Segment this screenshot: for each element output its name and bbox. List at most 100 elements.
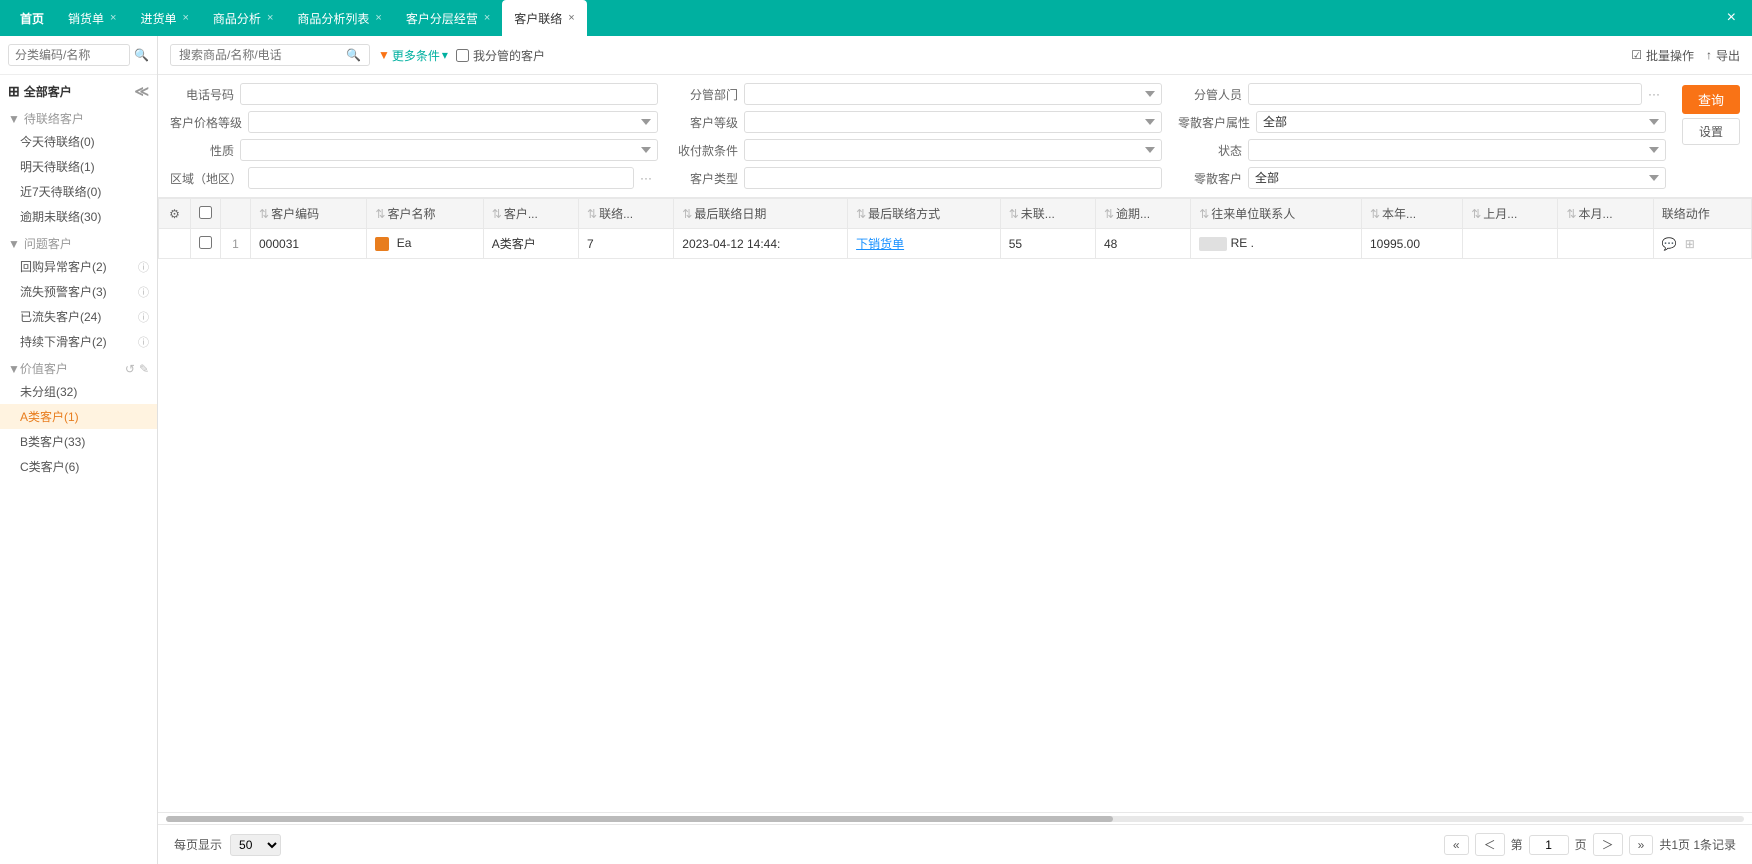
row-overdue: 48: [1095, 229, 1190, 259]
nav-tab-analysis[interactable]: 商品分析 ×: [201, 0, 285, 36]
sidebar-collapse-btn[interactable]: ≪: [134, 83, 149, 100]
sidebar-item-churned[interactable]: 已流失客户(24) ⓘ: [0, 304, 157, 329]
filter-more-btn[interactable]: ▼ 更多条件 ▾: [378, 47, 448, 64]
region-input[interactable]: [248, 167, 634, 189]
person-input[interactable]: [1248, 83, 1642, 105]
filter-search-input[interactable]: [179, 48, 346, 62]
sidebar-group-pending[interactable]: ▼ 待联络客户: [0, 104, 157, 129]
status-label: 状态: [1178, 142, 1248, 159]
close-sales-tab[interactable]: ×: [110, 12, 116, 24]
sidebar-item-week[interactable]: 近7天待联络(0): [0, 179, 157, 204]
payment-select[interactable]: [744, 139, 1162, 161]
sidebar-item-declining[interactable]: 持续下滑客户(2) ⓘ: [0, 329, 157, 354]
prev-page-btn[interactable]: ＜: [1475, 833, 1505, 856]
filter-cell-person: 分管人员 ···: [1178, 83, 1666, 105]
scroll-thumb[interactable]: [166, 816, 1113, 822]
filter-cell-cust-type: 客户类型: [674, 167, 1162, 189]
filter-search-icon[interactable]: 🔍: [346, 48, 361, 62]
col-name[interactable]: ⇅客户名称: [367, 199, 483, 229]
nature-select[interactable]: [240, 139, 658, 161]
cust-type-input[interactable]: [744, 167, 1162, 189]
filter-search-box[interactable]: 🔍: [170, 44, 370, 66]
sidebar-search-input[interactable]: [8, 44, 130, 66]
row-checkbox[interactable]: [199, 236, 212, 249]
select-all-checkbox[interactable]: [199, 206, 212, 219]
sidebar-item-overdue[interactable]: 逾期未联络(30): [0, 204, 157, 229]
close-all-btn[interactable]: ×: [1719, 9, 1744, 27]
person-dots-btn[interactable]: ···: [1642, 87, 1666, 101]
row-checkbox-cell[interactable]: [191, 229, 221, 259]
col-overdue[interactable]: ⇅逾期...: [1095, 199, 1190, 229]
col-no-contact[interactable]: ⇅未联...: [1000, 199, 1095, 229]
sidebar-all-customers-label[interactable]: 全部客户: [24, 83, 72, 100]
col-code[interactable]: ⇅客户编码: [251, 199, 367, 229]
phone-input[interactable]: [240, 83, 658, 105]
nav-tab-home[interactable]: 首页: [8, 0, 56, 36]
col-last-method[interactable]: ⇅最后联络方式: [848, 199, 1001, 229]
sidebar-item-c-class[interactable]: C类客户(6): [0, 454, 157, 479]
sidebar-item-a-class[interactable]: A类客户(1): [0, 404, 157, 429]
close-customer-mgmt-tab[interactable]: ×: [484, 12, 490, 24]
sidebar-item-repurchase-abnormal[interactable]: 回购异常客户(2) ⓘ: [0, 254, 157, 279]
col-this-year[interactable]: ⇅本年...: [1361, 199, 1462, 229]
grade-select[interactable]: [744, 111, 1162, 133]
sidebar-item-ungroup[interactable]: 未分组(32): [0, 379, 157, 404]
retail-select[interactable]: 全部: [1248, 167, 1666, 189]
query-button[interactable]: 查询: [1682, 85, 1740, 114]
company-color-block: [1199, 237, 1227, 251]
row-gear: [159, 229, 191, 259]
nav-tab-customer-mgmt[interactable]: 客户分层经营 ×: [394, 0, 502, 36]
last-method-link[interactable]: 下销货单: [856, 237, 904, 251]
my-customers-checkbox[interactable]: [456, 49, 469, 62]
scroll-track[interactable]: [166, 816, 1744, 822]
batch-op-btn[interactable]: ☑ 批量操作: [1631, 47, 1694, 64]
export-icon: ↑: [1706, 48, 1712, 62]
col-gear[interactable]: ⚙: [159, 199, 191, 229]
filter-cell-dept: 分管部门: [674, 83, 1162, 105]
sidebar-item-today[interactable]: 今天待联络(0): [0, 129, 157, 154]
next-page-btn[interactable]: ＞: [1593, 833, 1623, 856]
chat-action-icon[interactable]: 💬: [1662, 237, 1677, 251]
dept-select[interactable]: [744, 83, 1162, 105]
sidebar-item-tomorrow[interactable]: 明天待联络(1): [0, 154, 157, 179]
cust-type-label: 客户类型: [674, 170, 744, 187]
last-page-btn[interactable]: »: [1629, 835, 1654, 855]
sidebar-group-problem[interactable]: ▼ 问题客户: [0, 229, 157, 254]
grade-label: 客户等级: [674, 114, 744, 131]
row-type: A类客户: [483, 229, 578, 259]
status-select[interactable]: [1248, 139, 1666, 161]
col-type[interactable]: ⇅客户...: [483, 199, 578, 229]
col-last-date[interactable]: ⇅最后联络日期: [674, 199, 848, 229]
retail-attr-select[interactable]: 全部: [1256, 111, 1666, 133]
export-btn[interactable]: ↑ 导出: [1706, 47, 1740, 64]
refresh-icon[interactable]: ↺: [125, 362, 135, 376]
col-this-month[interactable]: ⇅本月...: [1558, 199, 1653, 229]
per-page-select[interactable]: 50 10 20 100: [230, 834, 281, 856]
price-grade-select[interactable]: [248, 111, 658, 133]
nav-tab-customer-contact[interactable]: 客户联络 ×: [502, 0, 586, 36]
sidebar-item-b-class[interactable]: B类客户(33): [0, 429, 157, 454]
close-analysis-tab[interactable]: ×: [267, 12, 273, 24]
sidebar-search-icon[interactable]: 🔍: [134, 48, 149, 62]
page-number-input[interactable]: [1529, 835, 1569, 855]
my-customers-filter[interactable]: 我分管的客户: [456, 47, 545, 64]
col-contact[interactable]: ⇅联络...: [579, 199, 674, 229]
col-last-month[interactable]: ⇅上月...: [1463, 199, 1558, 229]
nav-tab-sales[interactable]: 销货单 ×: [56, 0, 128, 36]
settings-button[interactable]: 设置: [1682, 118, 1740, 145]
col-company-contact[interactable]: ⇅往来单位联系人: [1191, 199, 1362, 229]
first-page-btn[interactable]: «: [1444, 835, 1469, 855]
region-dots-btn[interactable]: ···: [634, 171, 658, 185]
close-customer-contact-tab[interactable]: ×: [568, 12, 574, 24]
nav-tab-analysis-list[interactable]: 商品分析列表 ×: [285, 0, 393, 36]
row-last-method[interactable]: 下销货单: [848, 229, 1001, 259]
close-analysis-list-tab[interactable]: ×: [375, 12, 381, 24]
filter-cell-retail: 零散客户 全部: [1178, 167, 1666, 189]
close-purchase-tab[interactable]: ×: [182, 12, 188, 24]
nav-tab-purchase[interactable]: 进货单 ×: [128, 0, 200, 36]
grid-action-icon[interactable]: ⊞: [1685, 237, 1695, 251]
col-checkbox[interactable]: [191, 199, 221, 229]
sidebar-item-churn-warning[interactable]: 流失预警客户(3) ⓘ: [0, 279, 157, 304]
sidebar-group-value[interactable]: ▼ 价值客户 ↺ ✎: [0, 354, 157, 379]
edit-icon[interactable]: ✎: [139, 362, 149, 376]
